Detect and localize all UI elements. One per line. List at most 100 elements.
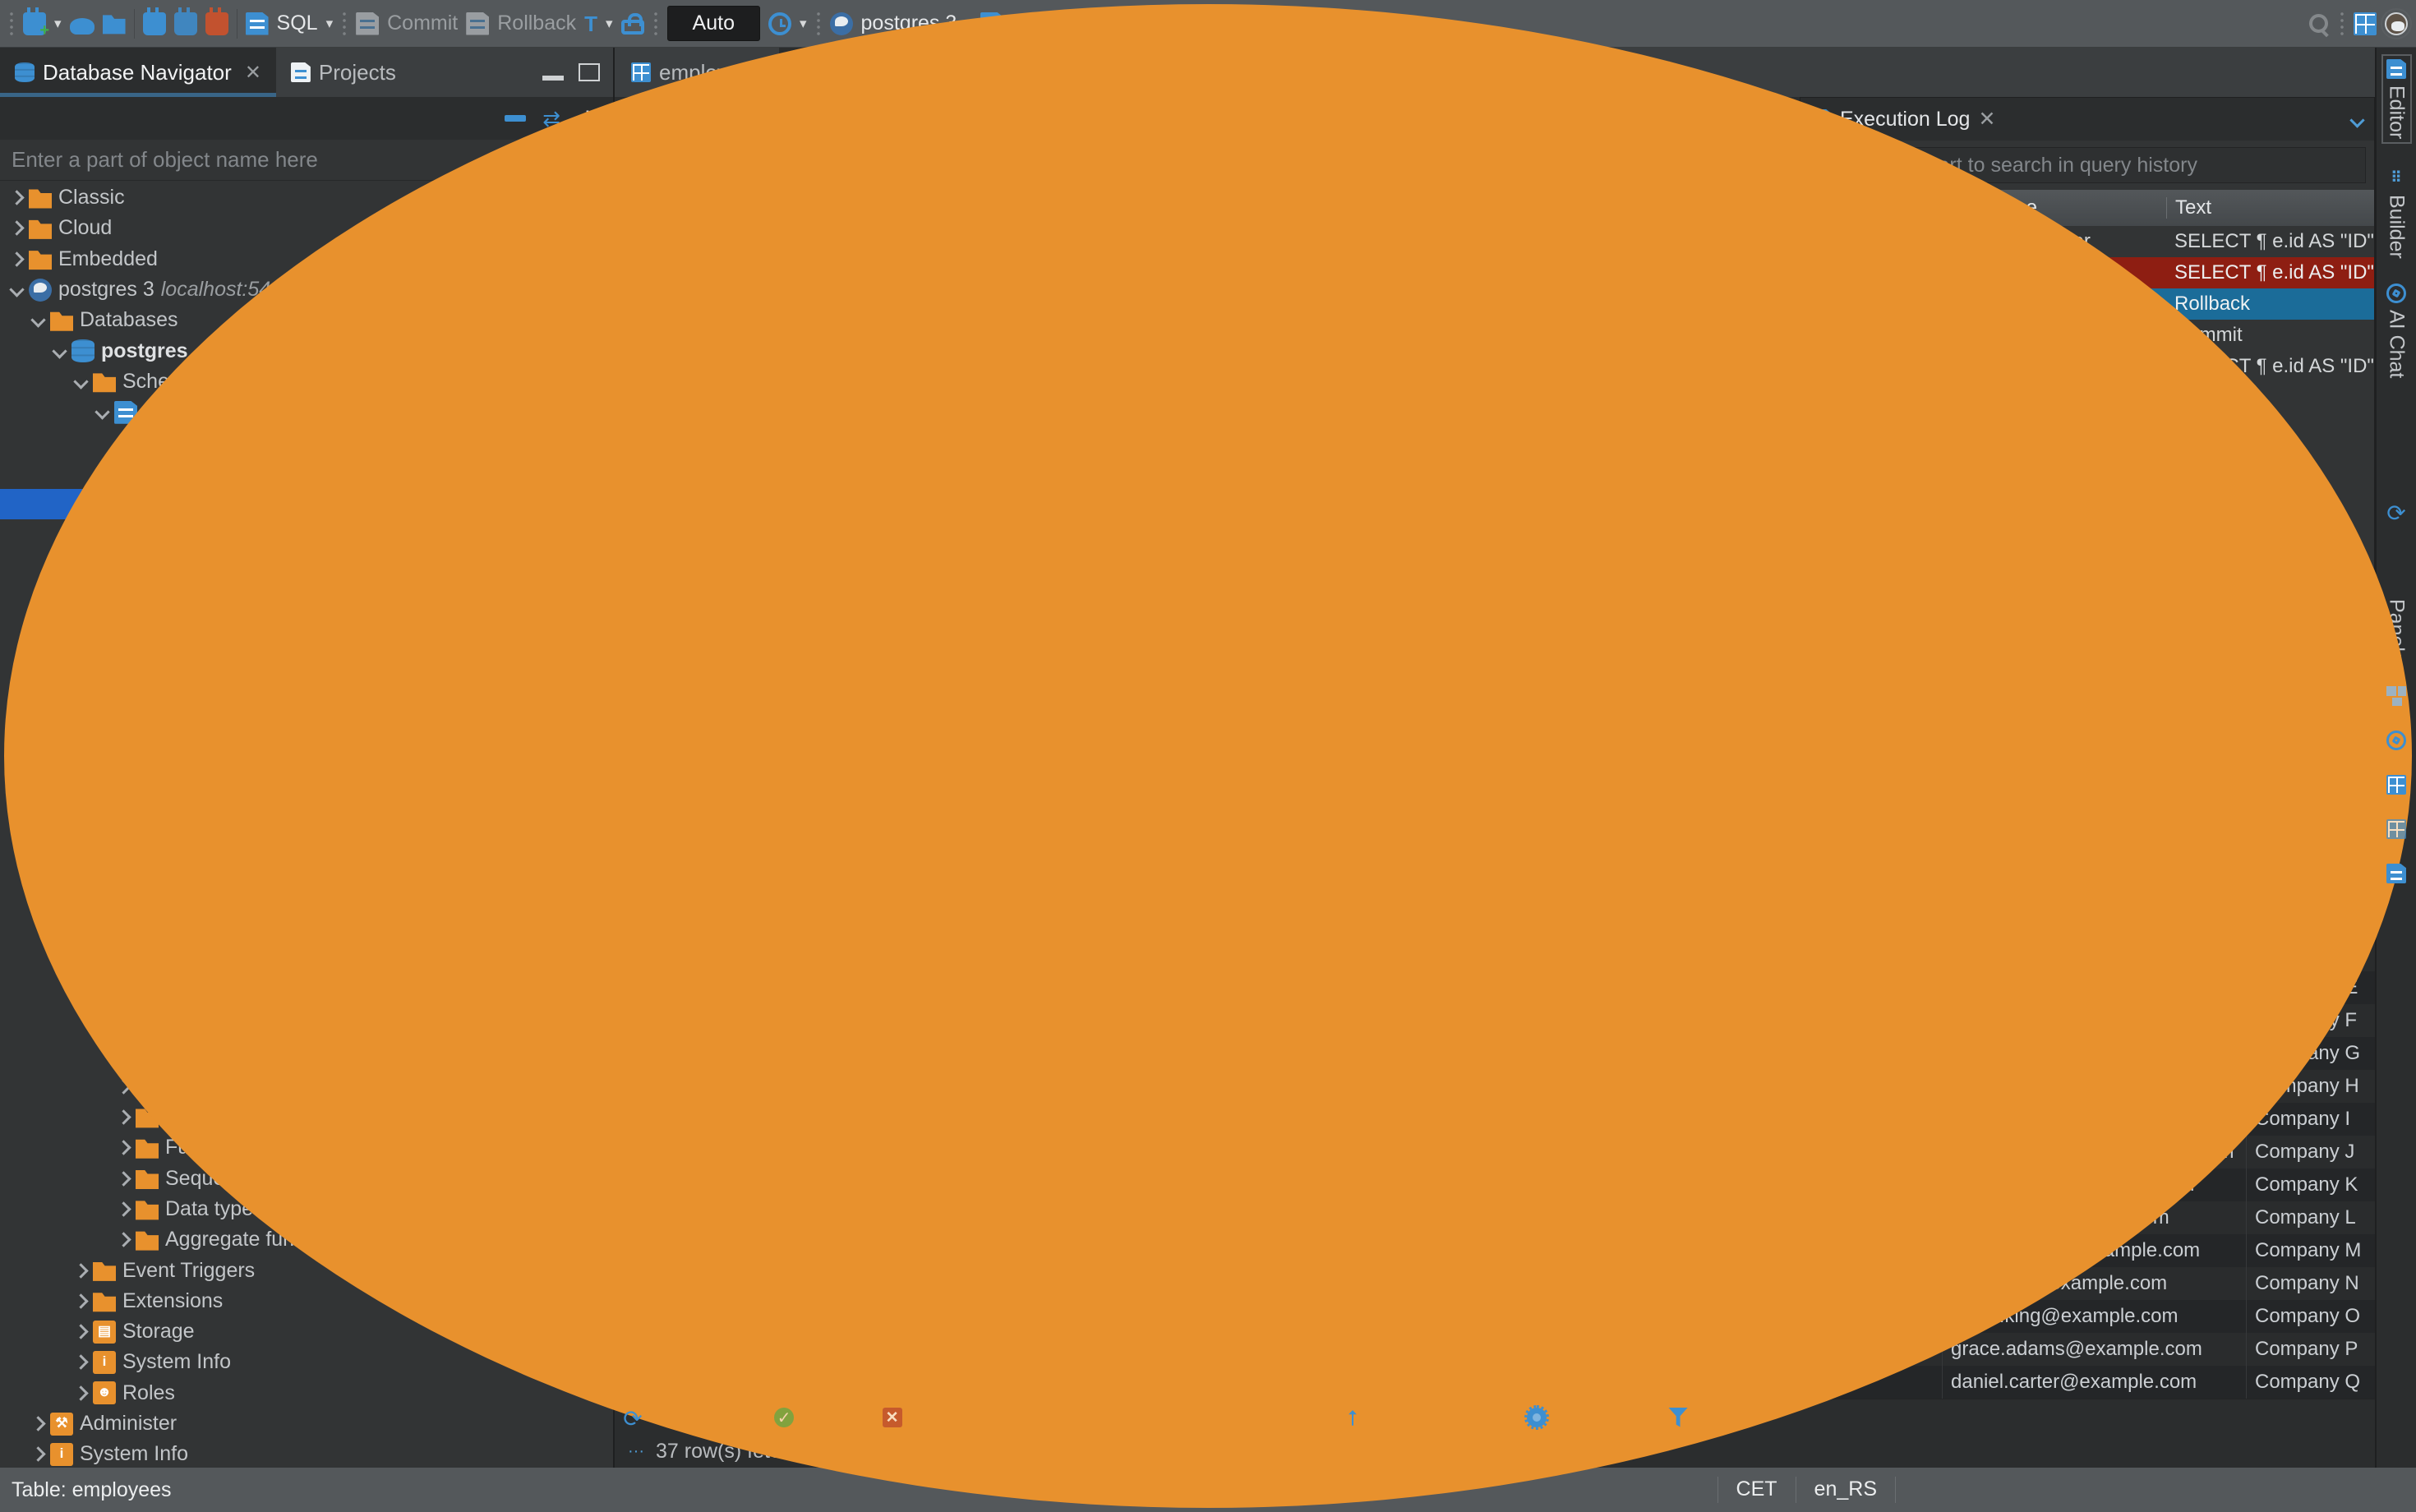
refresh-panel-icon[interactable]: ⟳: [2385, 501, 2408, 525]
table-icon: [631, 62, 651, 82]
perspective-icon[interactable]: [2354, 12, 2377, 35]
tab-database-navigator[interactable]: Database Navigator ✕: [0, 48, 276, 97]
col-text[interactable]: Text: [2166, 196, 2374, 219]
chevron-right-icon[interactable]: [116, 1201, 131, 1217]
statusbar-locale[interactable]: en_RS: [1795, 1476, 1895, 1504]
tree-item-system-info[interactable]: i System Info: [0, 1439, 613, 1468]
tab-projects[interactable]: Projects: [276, 48, 411, 97]
chevron-down-icon[interactable]: [30, 312, 46, 329]
cell-company[interactable]: Company O: [2247, 1300, 2375, 1333]
chevron-down-icon[interactable]: [9, 282, 25, 297]
chevron-right-icon[interactable]: [73, 1354, 89, 1371]
cell-company[interactable]: Company M: [2247, 1234, 2375, 1267]
log-cell: SELECT ¶ e.id AS "ID",¶ e.na: [2174, 230, 2374, 252]
grouping-panel-icon[interactable]: [2386, 818, 2406, 839]
cell-company[interactable]: Company N: [2247, 1267, 2375, 1300]
transaction-log-caret[interactable]: ▾: [800, 16, 807, 32]
tab-label: Projects: [318, 59, 396, 85]
connect-icon[interactable]: [142, 7, 166, 35]
transaction-log-icon[interactable]: [768, 12, 791, 35]
close-icon[interactable]: ✕: [245, 61, 261, 85]
lock-icon[interactable]: [620, 12, 644, 35]
transaction-caret[interactable]: ▾: [606, 16, 613, 32]
tab-label: Editor: [2385, 85, 2409, 140]
sql-editor-icon[interactable]: [245, 12, 269, 35]
transaction-filter-icon[interactable]: T: [584, 13, 597, 35]
reconnect-icon[interactable]: [173, 7, 197, 35]
chevron-right-icon[interactable]: [116, 1232, 131, 1247]
sql-menu-caret[interactable]: ▾: [326, 16, 334, 32]
log-cell: SELECT ¶ e.id AS "ID",¶ e.na: [2174, 261, 2374, 284]
tree-item-roles[interactable]: ☻ Roles: [0, 1378, 613, 1408]
tree-item-administer[interactable]: ⚒ Administer: [0, 1408, 613, 1439]
close-icon[interactable]: ✕: [1978, 107, 1995, 131]
new-connection-icon[interactable]: [23, 7, 49, 40]
dbeaver-window: ▾ SQL ▾ Commit Rollback T ▾ Auto ▾ postg…: [0, 0, 2416, 1512]
global-search-icon[interactable]: [2308, 12, 2331, 35]
cell-company[interactable]: Company P: [2247, 1333, 2375, 1366]
new-connection-caret[interactable]: ▾: [54, 16, 62, 32]
cell-email[interactable]: daniel.carter@example.com: [1943, 1366, 2247, 1399]
chevron-down-icon[interactable]: [2349, 112, 2365, 128]
cloud-connection-icon[interactable]: [69, 17, 95, 35]
collapse-all-icon[interactable]: [505, 115, 527, 122]
database-folder-icon: [29, 251, 52, 270]
references-panel-icon[interactable]: [2386, 863, 2406, 883]
chevron-right-icon[interactable]: [30, 1446, 46, 1463]
open-folder-icon[interactable]: [102, 15, 126, 35]
chevron-down-icon[interactable]: [73, 374, 89, 390]
chevron-right-icon[interactable]: [30, 1416, 46, 1431]
chevron-right-icon[interactable]: [116, 1109, 131, 1125]
statusbar-timezone[interactable]: CET: [1717, 1476, 1796, 1504]
minimize-icon[interactable]: [542, 76, 564, 81]
chevron-right-icon[interactable]: [116, 1140, 131, 1156]
chevron-right-icon[interactable]: [73, 1324, 89, 1339]
sql-menu[interactable]: SQL: [277, 12, 318, 35]
chevron-right-icon[interactable]: [9, 190, 25, 205]
chevron-right-icon[interactable]: [9, 220, 25, 237]
tree-item-label: Event Triggers: [122, 1258, 256, 1282]
cell-email[interactable]: grace.adams@example.com: [1943, 1333, 2247, 1366]
chevron-down-icon[interactable]: [95, 404, 110, 420]
cell-company[interactable]: Company K: [2247, 1169, 2375, 1201]
rollback-button[interactable]: Rollback: [497, 12, 576, 35]
export-icon[interactable]: ⭡: [1343, 1408, 1362, 1429]
chevron-right-icon[interactable]: [116, 1170, 131, 1187]
cell-company[interactable]: Company L: [2247, 1201, 2375, 1234]
value-viewer-icon[interactable]: [2386, 730, 2406, 750]
cell-company[interactable]: Company J: [2247, 1136, 2375, 1169]
chevron-right-icon[interactable]: [73, 1385, 89, 1401]
projects-icon: [290, 62, 311, 82]
system-info-icon: i: [50, 1442, 73, 1466]
tree-item-label: Roles: [122, 1381, 175, 1404]
disconnect-icon[interactable]: [205, 7, 228, 35]
dbeaver-logo-icon[interactable]: [2381, 7, 2412, 39]
commit-mode-dropdown[interactable]: Auto: [666, 6, 760, 41]
row-selector-header[interactable]: [692, 675, 735, 708]
builder-icon: ⠿: [2391, 169, 2402, 187]
radio-selector-icon[interactable]: [700, 682, 720, 702]
refresh-icon[interactable]: ⟳: [623, 1407, 643, 1430]
tab-editor-vertical[interactable]: Editor: [2381, 53, 2412, 145]
editor-icon: [2386, 59, 2406, 79]
cell-company[interactable]: Company Q: [2247, 1366, 2375, 1399]
system-info-icon: i: [93, 1350, 116, 1374]
tree-item-label: Extensions: [122, 1288, 224, 1312]
tree-item-label: System Info: [80, 1442, 188, 1466]
chevron-right-icon[interactable]: [73, 1262, 89, 1279]
chevron-down-icon[interactable]: [52, 343, 67, 359]
chevron-right-icon[interactable]: [73, 1293, 89, 1309]
ai-chat-icon: [2386, 284, 2406, 304]
commit-button[interactable]: Commit: [387, 12, 458, 35]
toolbar-grip: [652, 10, 659, 37]
tab-label: Database Navigator: [43, 59, 232, 85]
calculator-panel-icon[interactable]: [2386, 685, 2406, 706]
cancel-icon: ✕: [882, 1407, 902, 1427]
tab-builder-vertical[interactable]: ⠿ Builder: [2385, 167, 2409, 259]
tab-ai-chat-vertical[interactable]: AI Chat: [2385, 284, 2409, 379]
folder-icon: [93, 1293, 116, 1312]
chevron-right-icon[interactable]: [9, 251, 25, 267]
grid-settings-icon[interactable]: [1524, 1404, 1550, 1430]
metadata-panel-icon[interactable]: [2386, 774, 2406, 795]
maximize-icon[interactable]: [579, 63, 600, 81]
